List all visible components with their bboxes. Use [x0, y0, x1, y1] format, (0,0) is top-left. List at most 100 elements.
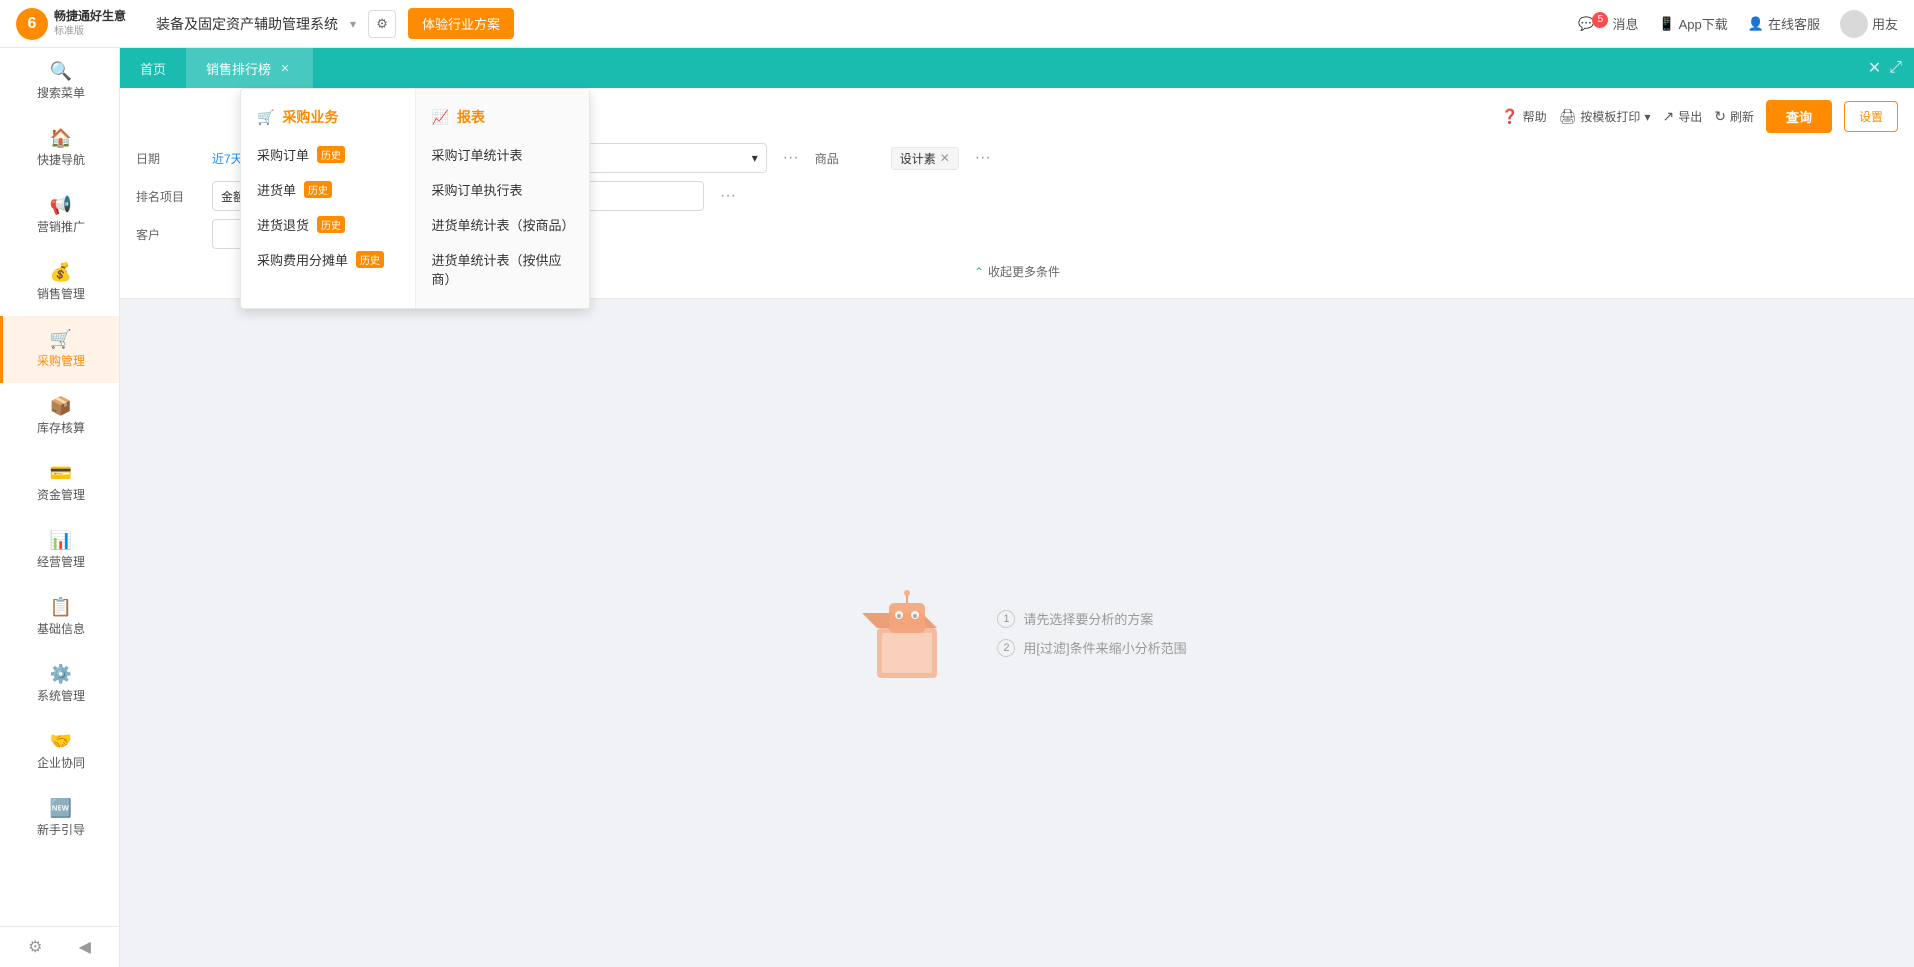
brand-sub: 标准版 [54, 25, 126, 38]
operation-icon: 📊 [50, 531, 72, 549]
main-layout: 🔍 搜索菜单 🏠 快捷导航 📢 营销推广 💰 销售管理 🛒 采购管理 📦 库存核… [0, 48, 1914, 967]
content-area: 首页 销售排行榜 ✕ ✕ ⤢ ❓ 帮助 [120, 48, 1914, 967]
report-col-icon: 📈 [432, 109, 449, 126]
purchase-fee-label: 采购费用分摊单 [257, 250, 348, 269]
purchase-col-header: 🛒 采购业务 [241, 101, 415, 137]
logo-area: 6 畅捷通好生意 标准版 [16, 8, 136, 40]
inbound-history-badge: 历史 [304, 181, 332, 198]
sidebar-label-search: 搜索菜单 [37, 84, 85, 101]
sidebar-label-system: 系统管理 [37, 687, 85, 704]
online-service-btn[interactable]: 👤 在线客服 [1748, 14, 1820, 33]
sidebar-label-marketing: 营销推广 [37, 218, 85, 235]
inbound-return-history-badge: 历史 [317, 216, 345, 233]
industry-solution-btn[interactable]: 体验行业方案 [408, 8, 514, 39]
sidebar-item-system[interactable]: ⚙️ 系统管理 [0, 651, 119, 718]
sidebar-item-sales[interactable]: 💰 销售管理 [0, 249, 119, 316]
brand-text: 畅捷通好生意 标准版 [54, 9, 126, 38]
purchase-col-icon: 🛒 [257, 109, 274, 126]
dropdown-purchase-order-exec[interactable]: 采购订单执行表 [416, 172, 590, 207]
purchase-col-title: 采购业务 [282, 107, 338, 127]
purchase-fee-history-badge: 历史 [356, 251, 384, 268]
dropdown-inbound-return[interactable]: 进货退货 历史 [241, 207, 415, 242]
inventory-icon: 📦 [50, 397, 72, 415]
tab-close-all-icon[interactable]: ✕ [1868, 58, 1881, 78]
sidebar-label-guide: 新手引导 [37, 821, 85, 838]
purchase-order-history-badge: 历史 [317, 146, 345, 163]
app-download-btn[interactable]: 📱 App下载 [1658, 14, 1727, 33]
sidebar-label-sales: 销售管理 [37, 285, 85, 302]
dropdown-overlay[interactable]: 🛒 采购业务 采购订单 历史 进货单 历史 进货退货 历史 [120, 88, 1914, 967]
sidebar-item-search[interactable]: 🔍 搜索菜单 [0, 48, 119, 115]
tab-home[interactable]: 首页 [120, 48, 186, 88]
dropdown-purchase-order-stats[interactable]: 采购订单统计表 [416, 137, 590, 172]
inbound-return-label: 进货退货 [257, 215, 309, 234]
sales-icon: 💰 [50, 263, 72, 281]
phone-icon: 📱 [1658, 16, 1674, 32]
inbound-label: 进货单 [257, 180, 296, 199]
app-download-label: App下载 [1679, 14, 1728, 33]
sidebar-collapse-btn[interactable]: ◀ [79, 937, 91, 957]
sidebar-item-finance[interactable]: 💳 资金管理 [0, 450, 119, 517]
sidebar-item-quick-nav[interactable]: 🏠 快捷导航 [0, 115, 119, 182]
sidebar: 🔍 搜索菜单 🏠 快捷导航 📢 营销推广 💰 销售管理 🛒 采购管理 📦 库存核… [0, 48, 120, 967]
tab-sales-ranking[interactable]: 销售排行榜 ✕ [186, 48, 313, 88]
finance-icon: 💳 [50, 464, 72, 482]
tab-fullscreen-icon[interactable]: ⤢ [1889, 59, 1902, 77]
app-logo: 6 [16, 8, 48, 40]
inbound-stats-supplier-label: 进货单统计表（按供应商） [432, 250, 574, 288]
sidebar-bottom: ⚙ ◀ [0, 926, 119, 967]
dropdown-inbound-stats-supplier[interactable]: 进货单统计表（按供应商） [416, 242, 590, 296]
tab-home-label: 首页 [140, 59, 166, 78]
tab-close-btn[interactable]: ✕ [277, 60, 293, 76]
system-name: 装备及固定资产辅助管理系统 [156, 14, 338, 34]
inbound-stats-goods-label: 进货单统计表（按商品） [432, 215, 574, 234]
dropdown-inbound-stats-goods[interactable]: 进货单统计表（按商品） [416, 207, 590, 242]
dropdown-purchase-order[interactable]: 采购订单 历史 [241, 137, 415, 172]
basic-info-icon: 📋 [50, 598, 72, 616]
message-btn[interactable]: 💬 5 消息 [1578, 14, 1638, 33]
sidebar-item-enterprise[interactable]: 🤝 企业协同 [0, 718, 119, 785]
system-dropdown-icon[interactable]: ▾ [350, 17, 356, 31]
sidebar-settings-btn[interactable]: ⚙ [28, 937, 42, 957]
online-service-label: 在线客服 [1768, 14, 1820, 33]
brand-title: 畅捷通好生意 [54, 9, 126, 25]
report-col: 📈 报表 采购订单统计表 采购订单执行表 进货单统计表（按商品） 进货单统计表（… [415, 89, 590, 308]
user-btn[interactable]: 用友 [1840, 10, 1898, 38]
home-icon: 🏠 [50, 129, 72, 147]
dropdown-inbound[interactable]: 进货单 历史 [241, 172, 415, 207]
sidebar-item-operation[interactable]: 📊 经营管理 [0, 517, 119, 584]
top-header: 6 畅捷通好生意 标准版 装备及固定资产辅助管理系统 ▾ ⚙ 体验行业方案 💬 … [0, 0, 1914, 48]
sidebar-label-finance: 资金管理 [37, 486, 85, 503]
dropdown-purchase-fee[interactable]: 采购费用分摊单 历史 [241, 242, 415, 277]
sidebar-item-guide[interactable]: 🆕 新手引导 [0, 785, 119, 852]
guide-icon: 🆕 [50, 799, 72, 817]
sidebar-label-operation: 经营管理 [37, 553, 85, 570]
sidebar-item-inventory[interactable]: 📦 库存核算 [0, 383, 119, 450]
sidebar-item-purchase[interactable]: 🛒 采购管理 [0, 316, 119, 383]
user-avatar [1840, 10, 1868, 38]
tab-sales-ranking-label: 销售排行榜 [206, 59, 271, 78]
user-label: 用友 [1872, 14, 1898, 33]
sidebar-item-basic-info[interactable]: 📋 基础信息 [0, 584, 119, 651]
purchase-dropdown-menu: 🛒 采购业务 采购订单 历史 进货单 历史 进货退货 历史 [240, 88, 590, 309]
header-center: 装备及固定资产辅助管理系统 ▾ ⚙ 体验行业方案 [136, 8, 1578, 39]
system-icon: ⚙️ [50, 665, 72, 683]
sidebar-label-purchase: 采购管理 [37, 352, 85, 369]
sidebar-label-inventory: 库存核算 [37, 419, 85, 436]
sidebar-label-enterprise: 企业协同 [37, 754, 85, 771]
sidebar-item-marketing[interactable]: 📢 营销推广 [0, 182, 119, 249]
purchase-order-stats-label: 采购订单统计表 [432, 145, 523, 164]
report-col-title: 报表 [457, 107, 485, 127]
enterprise-icon: 🤝 [50, 732, 72, 750]
header-settings-btn[interactable]: ⚙ [368, 10, 396, 38]
message-label: 消息 [1612, 14, 1638, 33]
tab-bar-right: ✕ ⤢ [1868, 58, 1914, 78]
message-badge: 5 [1592, 12, 1608, 28]
marketing-icon: 📢 [50, 196, 72, 214]
tab-bar: 首页 销售排行榜 ✕ ✕ ⤢ [120, 48, 1914, 88]
header-right: 💬 5 消息 📱 App下载 👤 在线客服 用友 [1578, 10, 1898, 38]
sidebar-label-basic-info: 基础信息 [37, 620, 85, 637]
purchase-icon: 🛒 [50, 330, 72, 348]
report-col-header: 📈 报表 [416, 101, 590, 137]
service-icon: 👤 [1748, 16, 1764, 32]
